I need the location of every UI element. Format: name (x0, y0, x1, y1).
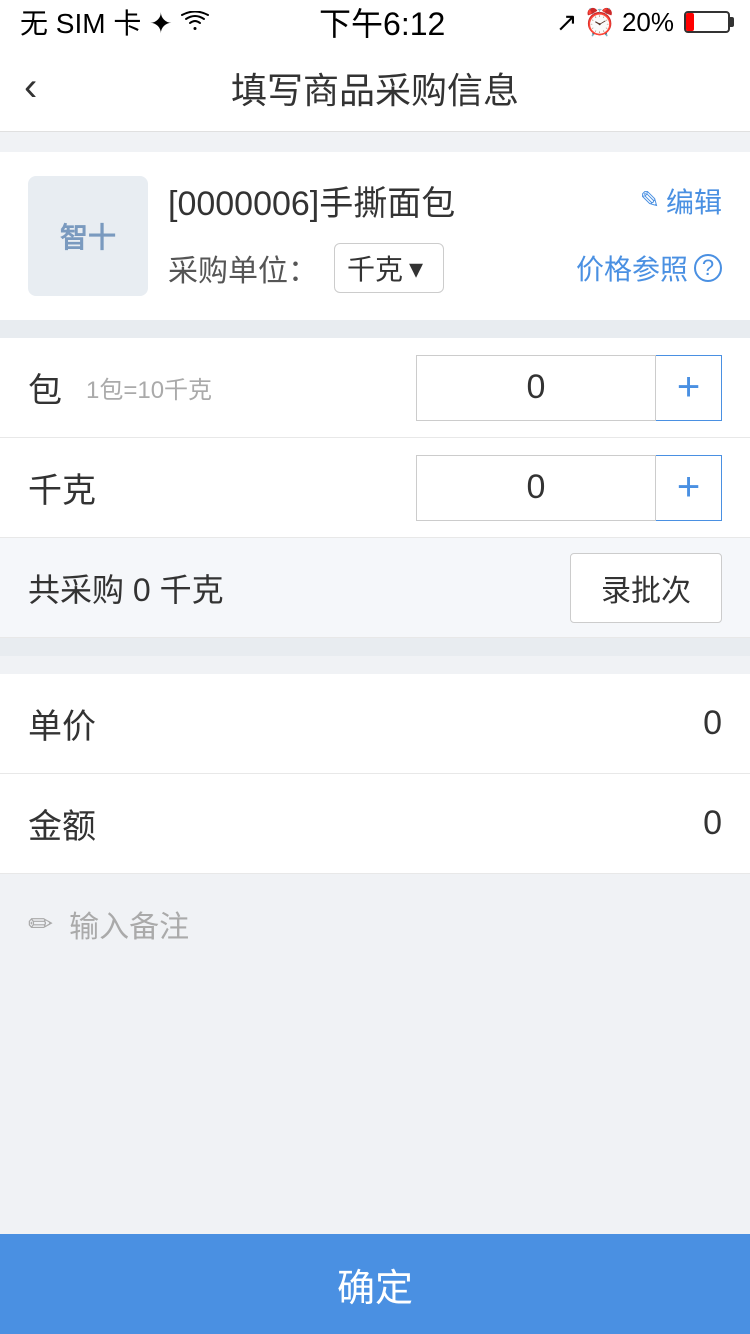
status-time: 下午6:12 (319, 0, 445, 45)
back-button[interactable]: ‹ (24, 65, 37, 110)
product-card: 智十 [0000006]手撕面包 ✎ 编辑 采购单位： 千克 ▾ 价格参照 ? (0, 152, 750, 320)
dropdown-arrow-icon: ▾ (409, 252, 423, 285)
edit-icon: ✎ (640, 186, 660, 215)
unit-select[interactable]: 千克 ▾ (334, 243, 444, 293)
pencil-icon: ✏ (28, 907, 53, 942)
record-batch-button[interactable]: 录批次 (570, 553, 722, 623)
section-divider-1 (0, 320, 750, 338)
bag-plus-button[interactable]: + (656, 355, 722, 421)
kg-input-row: 千克 + (0, 438, 750, 538)
sim-label: 无 SIM 卡 ✦ (20, 2, 173, 42)
section-divider-2 (0, 638, 750, 656)
notes-section: ✏ 输入备注 (0, 874, 750, 1174)
bag-input-row: 包 1包=10千克 + (0, 338, 750, 438)
kg-plus-button[interactable]: + (656, 455, 722, 521)
product-header: [0000006]手撕面包 ✎ 编辑 (168, 176, 722, 225)
unit-price-label: 单价 (28, 699, 96, 748)
notes-input-row[interactable]: ✏ 输入备注 (28, 902, 722, 946)
unit-price-row: 单价 0 (0, 674, 750, 774)
amount-value: 0 (703, 804, 722, 843)
edit-button[interactable]: ✎ 编辑 (640, 181, 722, 221)
product-unit-row: 采购单位： 千克 ▾ 价格参照 ? (168, 243, 722, 293)
bag-input-controls: + (416, 355, 722, 421)
nav-bar: ‹ 填写商品采购信息 (0, 44, 750, 132)
total-row: 共采购 0 千克 录批次 (0, 538, 750, 638)
status-bar: 无 SIM 卡 ✦ 下午6:12 ↗ ⏰ 20% (0, 0, 750, 44)
bag-sublabel: 1包=10千克 (86, 370, 212, 405)
battery-icon (684, 11, 730, 33)
notes-placeholder: 输入备注 (69, 902, 189, 946)
help-icon: ? (694, 254, 722, 282)
page-title: 填写商品采购信息 (231, 62, 519, 114)
bag-label: 包 (28, 363, 62, 412)
unit-label: 采购单位： (168, 246, 318, 290)
wifi-icon (181, 6, 209, 38)
bag-input[interactable] (416, 355, 656, 421)
product-name: [0000006]手撕面包 (168, 176, 455, 225)
alarm-icon: ⏰ (584, 7, 616, 38)
product-info: [0000006]手撕面包 ✎ 编辑 采购单位： 千克 ▾ 价格参照 ? (168, 176, 722, 293)
input-section: 包 1包=10千克 + 千克 + 共采购 0 千克 录批次 (0, 338, 750, 638)
amount-label: 金额 (28, 799, 96, 848)
product-image: 智十 (28, 176, 148, 296)
confirm-button[interactable]: 确定 (0, 1234, 750, 1334)
price-ref-button[interactable]: 价格参照 ? (576, 248, 722, 288)
battery-percent: 20% (622, 7, 674, 38)
kg-label: 千克 (28, 463, 96, 512)
location-icon: ↗ (556, 7, 578, 38)
status-right: ↗ ⏰ 20% (556, 7, 730, 38)
kg-input[interactable] (416, 455, 656, 521)
total-label: 共采购 0 千克 (28, 565, 224, 611)
unit-price-value: 0 (703, 704, 722, 743)
price-section: 单价 0 金额 0 (0, 674, 750, 874)
status-left: 无 SIM 卡 ✦ (20, 2, 209, 42)
amount-row: 金额 0 (0, 774, 750, 874)
kg-input-controls: + (416, 455, 722, 521)
